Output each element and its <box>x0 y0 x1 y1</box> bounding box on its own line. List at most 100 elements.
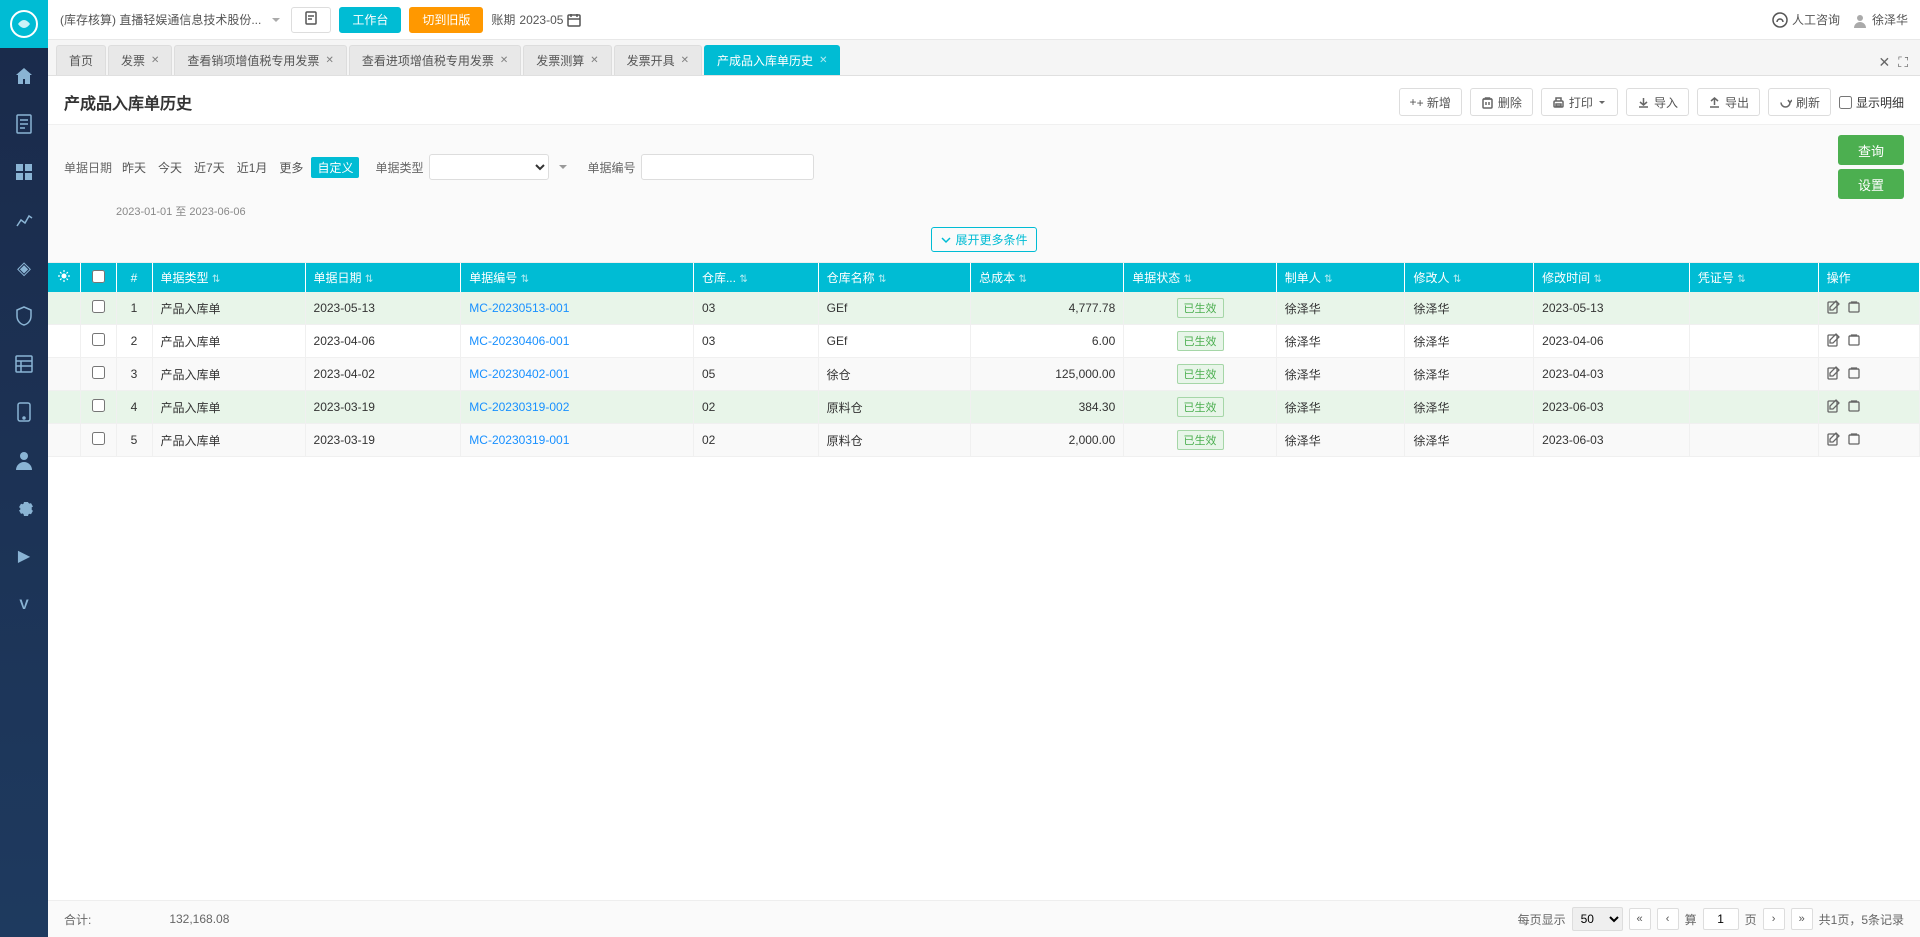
show-details-label[interactable]: 显示明细 <box>1839 94 1904 111</box>
tab-invoice-open-close[interactable]: ✕ <box>681 55 689 66</box>
cell-checkbox-4[interactable] <box>80 424 116 457</box>
cell-number-2[interactable]: MC-20230402-001 <box>461 358 694 391</box>
window-maximize-btn[interactable]: ⛶ <box>1898 54 1908 71</box>
tab-product-history-close[interactable]: ✕ <box>819 55 827 66</box>
th-voucher[interactable]: 凭证号 ⇅ <box>1689 263 1818 292</box>
th-settings[interactable] <box>48 263 80 292</box>
sidebar-icon-table[interactable] <box>0 340 48 388</box>
edit-icon-1[interactable] <box>1827 333 1841 350</box>
tab-invoice-calc-close[interactable]: ✕ <box>590 55 598 66</box>
tab-invoice-calc[interactable]: 发票测算 ✕ <box>523 45 611 75</box>
shortcut-yesterday[interactable]: 昨天 <box>118 157 150 178</box>
show-details-checkbox[interactable] <box>1839 96 1852 109</box>
sidebar-icon-grid[interactable] <box>0 148 48 196</box>
sidebar-icon-device[interactable] <box>0 388 48 436</box>
shortcut-1month[interactable]: 近1月 <box>233 157 272 178</box>
th-modify-time[interactable]: 修改时间 ⇅ <box>1534 263 1690 292</box>
workspace-btn[interactable]: 工作台 <box>339 7 401 33</box>
cell-number-3[interactable]: MC-20230319-002 <box>461 391 694 424</box>
cell-checkbox-1[interactable] <box>80 325 116 358</box>
delete-icon-0[interactable] <box>1847 300 1861 317</box>
window-minimize-btn[interactable]: ✕ <box>1878 54 1890 71</box>
tab-purchase-vat-close[interactable]: ✕ <box>500 55 508 66</box>
select-all-checkbox[interactable] <box>92 270 105 283</box>
tab-product-history[interactable]: 产成品入库单历史 ✕ <box>704 45 840 75</box>
doc-btn[interactable] <box>291 7 331 33</box>
link-number-3[interactable]: MC-20230319-002 <box>469 400 569 414</box>
shortcut-today[interactable]: 今天 <box>154 157 186 178</box>
set-btn[interactable]: 设置 <box>1838 169 1904 199</box>
calendar-icon[interactable] <box>567 13 581 27</box>
row-checkbox-1[interactable] <box>92 333 105 346</box>
cell-checkbox-3[interactable] <box>80 391 116 424</box>
sidebar-icon-home[interactable] <box>0 52 48 100</box>
row-checkbox-2[interactable] <box>92 366 105 379</box>
delete-btn[interactable]: 删除 <box>1470 88 1533 116</box>
th-total-cost[interactable]: 总成本 ⇅ <box>971 263 1124 292</box>
company-dropdown-icon[interactable] <box>269 13 283 27</box>
shortcut-custom[interactable]: 自定义 <box>311 157 359 178</box>
th-warehouse-code[interactable]: 仓库... ⇅ <box>693 263 818 292</box>
help-btn[interactable]: 人工咨询 <box>1772 11 1840 28</box>
first-page-btn[interactable]: « <box>1629 908 1651 930</box>
new-btn[interactable]: + + 新增 <box>1399 88 1462 116</box>
export-btn[interactable]: 导出 <box>1697 88 1760 116</box>
sidebar-icon-person[interactable] <box>0 436 48 484</box>
number-filter-input[interactable] <box>641 154 814 180</box>
tab-sales-vat[interactable]: 查看销项增值税专用发票 ✕ <box>174 45 346 75</box>
edit-icon-4[interactable] <box>1827 432 1841 449</box>
last-page-btn[interactable]: » <box>1791 908 1813 930</box>
link-number-4[interactable]: MC-20230319-001 <box>469 433 569 447</box>
tab-sales-vat-close[interactable]: ✕ <box>325 55 333 66</box>
sidebar-icon-diamond[interactable]: ◈ <box>0 244 48 292</box>
sidebar-icon-settings[interactable] <box>0 484 48 532</box>
app-logo[interactable] <box>0 0 48 48</box>
query-btn[interactable]: 查询 <box>1838 135 1904 165</box>
sidebar-icon-chart[interactable] <box>0 196 48 244</box>
expand-filter-btn[interactable]: 展开更多条件 <box>931 227 1036 252</box>
cell-checkbox-2[interactable] <box>80 358 116 391</box>
sidebar-icon-version[interactable]: V <box>0 580 48 628</box>
row-checkbox-4[interactable] <box>92 432 105 445</box>
link-number-1[interactable]: MC-20230406-001 <box>469 334 569 348</box>
th-creator[interactable]: 制单人 ⇅ <box>1276 263 1405 292</box>
cell-number-1[interactable]: MC-20230406-001 <box>461 325 694 358</box>
page-size-select[interactable]: 50 100 200 <box>1572 907 1623 931</box>
th-modifier[interactable]: 修改人 ⇅ <box>1405 263 1534 292</box>
next-page-btn[interactable]: › <box>1763 908 1785 930</box>
tab-home[interactable]: 首页 <box>56 45 106 75</box>
switch-btn[interactable]: 切到旧版 <box>409 7 483 33</box>
th-status[interactable]: 单据状态 ⇅ <box>1124 263 1277 292</box>
tab-invoice-close[interactable]: ✕ <box>151 55 159 66</box>
link-number-2[interactable]: MC-20230402-001 <box>469 367 569 381</box>
edit-icon-2[interactable] <box>1827 366 1841 383</box>
print-btn[interactable]: 打印 <box>1541 88 1618 116</box>
shortcut-7days[interactable]: 近7天 <box>190 157 229 178</box>
import-btn[interactable]: 导入 <box>1626 88 1689 116</box>
sidebar-icon-shield[interactable] <box>0 292 48 340</box>
th-checkbox[interactable] <box>80 263 116 292</box>
row-checkbox-3[interactable] <box>92 399 105 412</box>
prev-page-btn[interactable]: ‹ <box>1657 908 1679 930</box>
tab-invoice[interactable]: 发票 ✕ <box>108 45 172 75</box>
th-warehouse-name[interactable]: 仓库名称 ⇅ <box>818 263 971 292</box>
refresh-btn[interactable]: 刷新 <box>1768 88 1831 116</box>
row-checkbox-0[interactable] <box>92 300 105 313</box>
th-type[interactable]: 单据类型 ⇅ <box>152 263 305 292</box>
shortcut-more[interactable]: 更多 <box>275 157 307 178</box>
delete-icon-3[interactable] <box>1847 399 1861 416</box>
sidebar-icon-doc[interactable] <box>0 100 48 148</box>
delete-icon-1[interactable] <box>1847 333 1861 350</box>
cell-number-0[interactable]: MC-20230513-001 <box>461 292 694 325</box>
link-number-0[interactable]: MC-20230513-001 <box>469 301 569 315</box>
cell-number-4[interactable]: MC-20230319-001 <box>461 424 694 457</box>
edit-icon-3[interactable] <box>1827 399 1841 416</box>
user-info[interactable]: 徐泽华 <box>1852 11 1908 28</box>
cell-checkbox-0[interactable] <box>80 292 116 325</box>
tab-purchase-vat[interactable]: 查看进项增值税专用发票 ✕ <box>349 45 521 75</box>
delete-icon-2[interactable] <box>1847 366 1861 383</box>
type-filter-select[interactable] <box>429 154 549 180</box>
th-date[interactable]: 单据日期 ⇅ <box>305 263 461 292</box>
page-number-input[interactable] <box>1703 908 1739 930</box>
th-number[interactable]: 单据编号 ⇅ <box>461 263 694 292</box>
